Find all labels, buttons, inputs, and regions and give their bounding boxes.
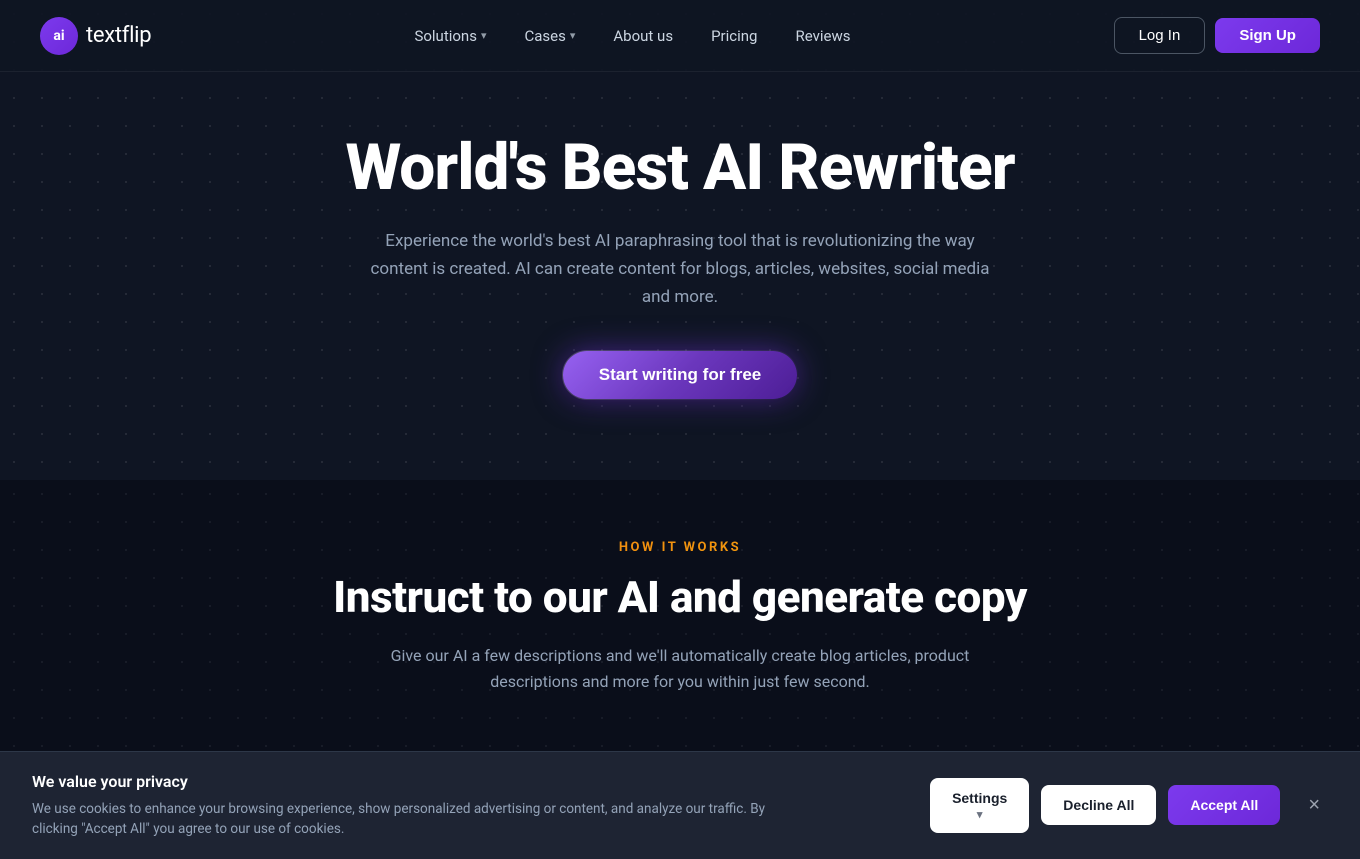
how-subtitle: Give our AI a few descriptions and we'll… [380,643,980,696]
nav-actions: Log In Sign Up [1114,17,1320,54]
hero-section: ai textflip Solutions ▾ Cases ▾ About us… [0,0,1360,480]
cookie-body: We use cookies to enhance your browsing … [32,799,812,840]
hero-subtitle: Experience the world's best AI paraphras… [370,227,990,311]
chevron-down-icon: ▾ [481,29,487,42]
nav-reviews[interactable]: Reviews [779,19,866,53]
cookie-text-block: We value your privacy We use cookies to … [32,772,910,840]
cookie-title: We value your privacy [32,772,910,791]
cookie-actions: Settings ▾ Decline All Accept All [930,778,1280,833]
nav-pricing[interactable]: Pricing [695,19,773,53]
hero-title: World's Best AI Rewriter [345,133,1014,203]
logo[interactable]: ai textflip [40,17,151,55]
cookie-decline-button[interactable]: Decline All [1041,785,1156,825]
logo-text: textflip [86,23,151,48]
navbar: ai textflip Solutions ▾ Cases ▾ About us… [0,0,1360,72]
hero-content: World's Best AI Rewriter Experience the … [0,72,1360,480]
signup-button[interactable]: Sign Up [1215,18,1320,53]
logo-icon: ai [40,17,78,55]
cookie-close-button[interactable]: × [1300,790,1328,821]
nav-about[interactable]: About us [597,19,689,53]
cta-button[interactable]: Start writing for free [563,351,797,399]
section-label: HOW IT WORKS [40,540,1320,555]
chevron-down-icon: ▾ [977,808,983,821]
how-title: Instruct to our AI and generate copy [40,571,1320,623]
nav-cases[interactable]: Cases ▾ [508,19,591,53]
cookie-accept-button[interactable]: Accept All [1168,785,1280,825]
nav-solutions[interactable]: Solutions ▾ [398,19,502,53]
chevron-down-icon: ▾ [570,29,576,42]
cookie-banner: We value your privacy We use cookies to … [0,751,1360,859]
cookie-settings-button[interactable]: Settings ▾ [930,778,1029,833]
login-button[interactable]: Log In [1114,17,1206,54]
nav-links: Solutions ▾ Cases ▾ About us Pricing Rev… [398,19,866,53]
